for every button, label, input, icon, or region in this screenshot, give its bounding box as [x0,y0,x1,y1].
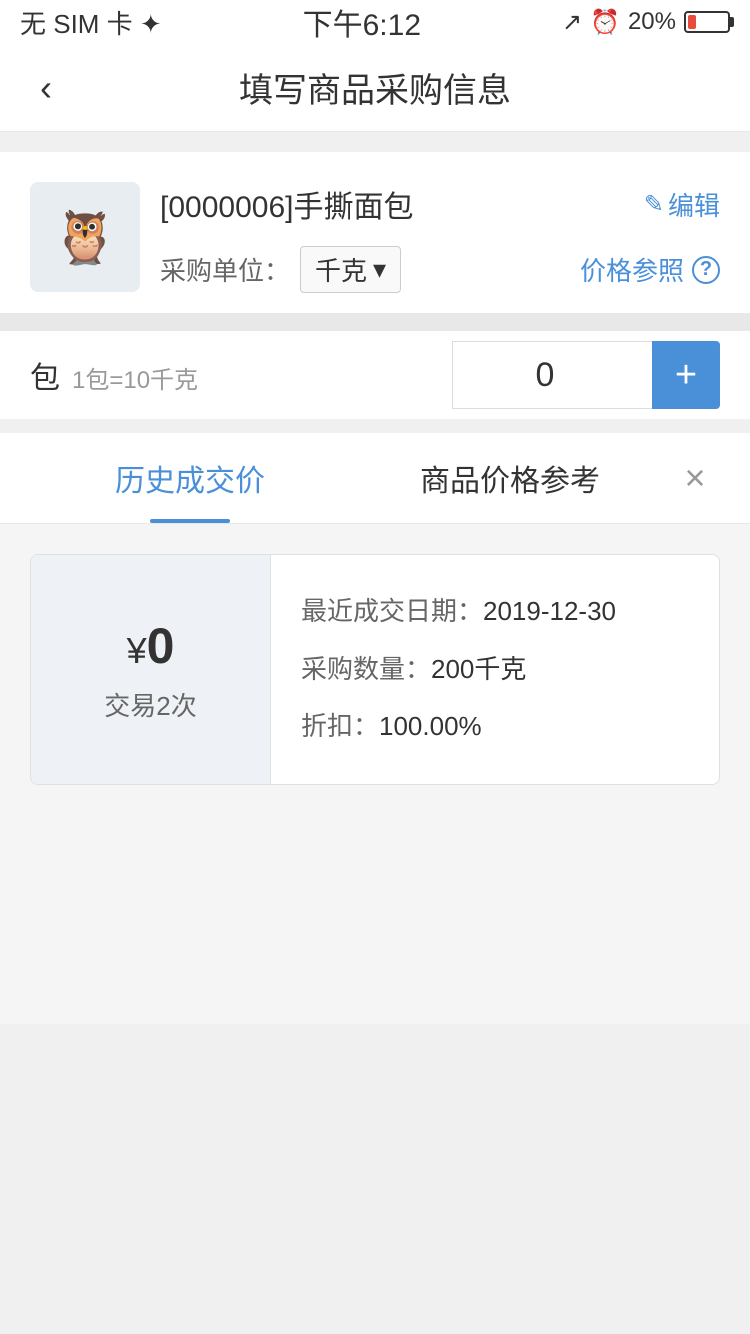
purchase-quantity-value: 200千克 [431,654,526,684]
tabs-section: 历史成交价 商品价格参考 × [0,433,750,524]
product-unit-row: 采购单位： 千克 ▾ 价格参照 ? [160,246,720,293]
battery-indicator [684,11,730,33]
nav-bar: ‹ 填写商品采购信息 [0,44,750,132]
tab-history-price[interactable]: 历史成交价 [30,433,350,523]
recent-date-value: 2019-12-30 [483,596,616,626]
content-area: ¥0 交易2次 最近成交日期：2019-12-30 采购数量：200千克 折扣：… [0,524,750,1024]
edit-button[interactable]: ✎ 编辑 [644,186,720,223]
tab-price-reference[interactable]: 商品价格参考 [350,433,670,523]
product-header: 🦉 [0000006]手撕面包 ✎ 编辑 采购单位： 千克 ▾ [30,182,720,293]
card-right: 最近成交日期：2019-12-30 采购数量：200千克 折扣：100.00% [271,555,719,784]
purchase-quantity-label: 采购数量： [301,654,431,684]
unit-big-label: 包 [30,353,60,397]
sim-signal-text: 无 SIM 卡 ✦ [20,4,162,41]
discount-value: 100.00% [379,711,482,741]
unit-label: 采购单位： [160,251,290,288]
quantity-controls: + [452,341,720,409]
product-full-name: [0000006]手撕面包 [160,182,413,226]
price-value: 0 [147,618,175,674]
unit-chevron-icon: ▾ [373,254,386,285]
price-ref-label: 价格参照 [580,251,684,288]
recent-date-label: 最近成交日期： [301,596,483,626]
battery-pct-text: 20% [628,8,676,36]
tabs-header: 历史成交价 商品价格参考 × [0,433,750,523]
price-reference-button[interactable]: 价格参照 ? [580,251,720,288]
product-section: 🦉 [0000006]手撕面包 ✎ 编辑 采购单位： 千克 ▾ [0,152,750,313]
status-time: 下午6:12 [303,0,421,44]
battery-fill [688,15,696,29]
page-title: 填写商品采购信息 [239,63,511,112]
product-name-row: [0000006]手撕面包 ✎ 编辑 [160,182,720,226]
unit-value: 千克 [315,251,367,288]
edit-label: 编辑 [668,186,720,223]
transaction-count: 交易2次 [104,686,196,723]
quantity-input[interactable] [452,341,652,409]
quantity-row: 包 1包=10千克 + [0,331,750,419]
discount-row: 折扣：100.00% [301,706,689,748]
section-divider [0,313,750,331]
purchase-quantity-row: 采购数量：200千克 [301,649,689,691]
card-left: ¥0 交易2次 [31,555,271,784]
product-info: [0000006]手撕面包 ✎ 编辑 采购单位： 千克 ▾ 价格参照 ? [160,182,720,293]
tab-close-button[interactable]: × [670,453,720,503]
status-bar: 无 SIM 卡 ✦ 下午6:12 ↗ ⏰ 20% [0,0,750,44]
product-logo-icon: 🦉 [53,207,118,268]
product-thumbnail: 🦉 [30,182,140,292]
alarm-icon: ⏰ [590,8,620,37]
status-left: 无 SIM 卡 ✦ [20,4,162,41]
help-icon: ? [692,256,720,284]
edit-icon: ✎ [644,190,664,219]
history-card: ¥0 交易2次 最近成交日期：2019-12-30 采购数量：200千克 折扣：… [30,554,720,785]
price-display: ¥0 [127,616,175,676]
unit-conversion-label: 1包=10千克 [72,360,198,395]
back-button[interactable]: ‹ [30,57,62,119]
status-right: ↗ ⏰ 20% [562,8,730,37]
recent-date-row: 最近成交日期：2019-12-30 [301,591,689,633]
quantity-plus-button[interactable]: + [652,341,720,409]
quantity-unit-info: 包 1包=10千克 [30,353,452,397]
discount-label: 折扣： [301,711,379,741]
currency-symbol: ¥ [127,630,147,671]
unit-select-button[interactable]: 千克 ▾ [300,246,401,293]
location-icon: ↗ [562,8,582,37]
